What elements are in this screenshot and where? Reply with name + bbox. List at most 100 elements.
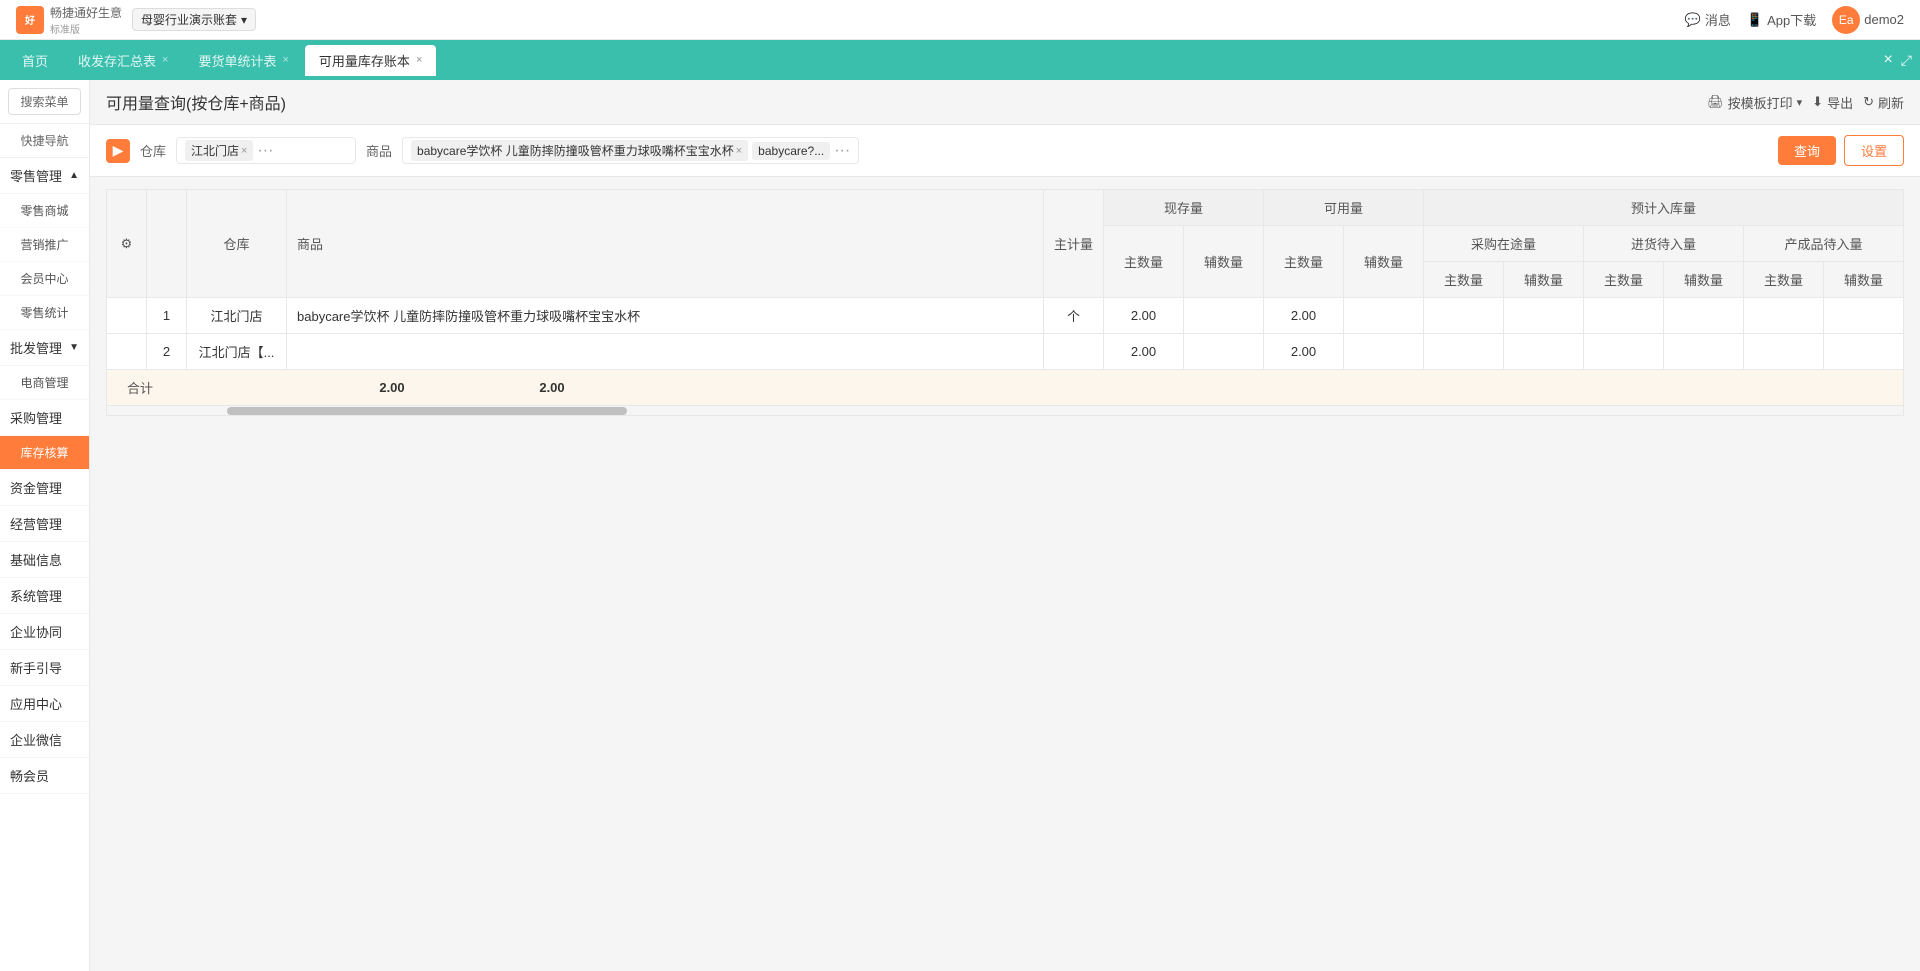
sidebar-group-wholesale-header[interactable]: 批发管理 ▼ <box>0 330 89 366</box>
filter-settings-button[interactable]: 设置 <box>1844 135 1904 166</box>
tab-bar: 首页 收发存汇总表 × 要货单统计表 × 可用量库存账本 × × ⤢ <box>0 40 1920 80</box>
tab-available-inventory[interactable]: 可用量库存账本 × <box>305 45 436 76</box>
footer-spacer-3 <box>592 380 1893 395</box>
sidebar-system-label: 系统管理 <box>10 586 62 605</box>
table-scroll-bar[interactable] <box>106 406 1904 416</box>
refresh-label: 刷新 <box>1878 93 1904 112</box>
tab-available-inventory-close[interactable]: × <box>416 54 422 66</box>
app-download-label: App下载 <box>1767 10 1816 29</box>
sidebar-item-wechat[interactable]: 企业微信 <box>0 722 89 758</box>
th-procurement-transit: 采购在途量 <box>1424 226 1584 262</box>
th-current-stock: 现存量 <box>1104 190 1264 226</box>
page-header: 可用量查询(按仓库+商品) 🖨 按模板打印 ▾ ⬇ 导出 ↻ 刷新 <box>90 80 1920 125</box>
warehouse-tag: 江北门店 × <box>185 140 253 161</box>
chevron-up-icon: ▲ <box>69 170 79 181</box>
sidebar-group-retail-header[interactable]: 零售管理 ▲ <box>0 158 89 194</box>
row-current-main-qty-cell: 2.00 <box>1104 298 1184 334</box>
product-filter-container[interactable]: babycare学饮杯 儿童防摔防撞吸管杯重力球吸嘴杯宝宝水杯 × babyca… <box>402 137 859 164</box>
row-production-main-cell <box>1744 334 1824 370</box>
row-settings-cell <box>107 298 147 334</box>
sidebar-group-retail-label: 零售管理 <box>10 166 62 185</box>
th-production-main: 主数量 <box>1744 262 1824 298</box>
query-button[interactable]: 查询 <box>1778 136 1836 165</box>
tab-receive-summary-close[interactable]: × <box>162 54 168 66</box>
print-button[interactable]: 🖨 按模板打印 ▾ <box>1707 93 1802 112</box>
logo-area: 好 畅捷通好生意 标准版 <box>16 4 122 36</box>
warehouse-more-icon[interactable]: ··· <box>257 142 273 160</box>
sidebar-item-new-guide[interactable]: 新手引导 <box>0 650 89 686</box>
tab-home[interactable]: 首页 <box>8 45 62 76</box>
sidebar-enterprise-label: 企业协同 <box>10 622 62 641</box>
print-label: 按模板打印 <box>1728 93 1793 112</box>
table-scroll-thumb[interactable] <box>227 407 627 415</box>
sidebar-basic-info-label: 基础信息 <box>10 550 62 569</box>
sidebar-item-retail-mall[interactable]: 零售商城 <box>0 194 89 228</box>
page-title: 可用量查询(按仓库+商品) <box>106 90 286 114</box>
row-index-cell: 2 <box>147 334 187 370</box>
row-production-main-cell <box>1744 298 1824 334</box>
warehouse-tag-close[interactable]: × <box>241 145 247 157</box>
gear-icon[interactable]: ⚙ <box>121 236 133 251</box>
sidebar-item-inventory-check[interactable]: 库存核算 <box>0 436 89 470</box>
row-available-aux-qty-cell <box>1344 334 1424 370</box>
tab-order-stats-close[interactable]: × <box>282 54 288 66</box>
th-product: 商品 <box>287 190 1044 298</box>
th-available-main-qty: 主数量 <box>1264 226 1344 298</box>
sidebar-member-label: 畅会员 <box>10 766 49 785</box>
product-more-icon[interactable]: ··· <box>834 142 850 160</box>
sidebar-item-members[interactable]: 会员中心 <box>0 262 89 296</box>
row-unit-cell: 个 <box>1044 298 1104 334</box>
sidebar-item-app-center[interactable]: 应用中心 <box>0 686 89 722</box>
row-incoming-aux-cell <box>1664 298 1744 334</box>
sidebar-item-basic-info[interactable]: 基础信息 <box>0 542 89 578</box>
export-button[interactable]: ⬇ 导出 <box>1812 93 1853 112</box>
footer-spacer-1 <box>272 380 352 395</box>
sidebar-item-ecommerce[interactable]: 电商管理 <box>0 366 89 400</box>
sidebar-search-button[interactable]: 搜索菜单 <box>8 88 81 115</box>
row-current-aux-qty-cell <box>1184 334 1264 370</box>
tab-receive-summary[interactable]: 收发存汇总表 × <box>64 45 182 76</box>
th-procurement-main: 主数量 <box>1424 262 1504 298</box>
main-layout: 搜索菜单 快捷导航 零售管理 ▲ 零售商城 营销推广 会员中心 零售统计 批发管… <box>0 80 1920 971</box>
th-warehouse: 仓库 <box>187 190 287 298</box>
app-download-nav-item[interactable]: 📱 App下载 <box>1747 10 1816 29</box>
row-current-aux-qty-cell <box>1184 298 1264 334</box>
tab-order-stats[interactable]: 要货单统计表 × <box>184 45 302 76</box>
sidebar: 搜索菜单 快捷导航 零售管理 ▲ 零售商城 营销推广 会员中心 零售统计 批发管… <box>0 80 90 971</box>
warehouse-filter-container[interactable]: 江北门店 × ··· <box>176 137 356 164</box>
printer-icon: 🖨 <box>1707 94 1724 110</box>
footer-available-main-qty: 2.00 <box>512 380 592 395</box>
sidebar-item-retail-stats[interactable]: 零售统计 <box>0 296 89 330</box>
refresh-button[interactable]: ↻ 刷新 <box>1863 93 1904 112</box>
filter-actions: 查询 设置 <box>1778 135 1904 166</box>
user-nav-item[interactable]: Ea demo2 <box>1832 6 1904 34</box>
product-tag-2-value: babycare?... <box>758 144 824 158</box>
message-nav-item[interactable]: 💬 消息 <box>1685 10 1731 29</box>
filter-expand-button[interactable]: ▶ <box>106 139 130 163</box>
table-container: ⚙ 仓库 商品 主计量 现存量 可用量 预计入库量 主数量 辅数量 主数量 <box>90 177 1920 971</box>
row-production-aux-cell <box>1824 334 1904 370</box>
sidebar-quick-nav-button[interactable]: 快捷导航 <box>0 124 89 158</box>
th-incoming-pending: 进货待入量 <box>1584 226 1744 262</box>
template-selector[interactable]: 母婴行业演示账套 ▾ <box>132 8 256 31</box>
tab-maximize-button[interactable]: ⤢ <box>1901 52 1912 69</box>
sidebar-item-member[interactable]: 畅会员 <box>0 758 89 794</box>
row-incoming-aux-cell <box>1664 334 1744 370</box>
sidebar-group-wholesale-label: 批发管理 <box>10 338 62 357</box>
sidebar-item-marketing[interactable]: 营销推广 <box>0 228 89 262</box>
product-tag-1-close[interactable]: × <box>736 145 742 157</box>
sidebar-item-operations[interactable]: 经营管理 <box>0 506 89 542</box>
th-index <box>147 190 187 298</box>
tab-close-all-button[interactable]: × <box>1883 51 1892 69</box>
product-tag-2: babycare?... <box>752 142 830 160</box>
sidebar-item-finance[interactable]: 资金管理 <box>0 470 89 506</box>
sidebar-item-purchase-mgmt[interactable]: 采购管理 <box>0 400 89 436</box>
filter-bar: ▶ 仓库 江北门店 × ··· 商品 babycare学饮杯 儿童防摔防撞吸管杯… <box>90 125 1920 177</box>
message-icon: 💬 <box>1685 12 1701 28</box>
logo-subtext: 标准版 <box>50 21 122 36</box>
sidebar-item-system[interactable]: 系统管理 <box>0 578 89 614</box>
footer-current-main-qty: 2.00 <box>352 380 432 395</box>
user-name: demo2 <box>1864 12 1904 27</box>
top-bar: 好 畅捷通好生意 标准版 母婴行业演示账套 ▾ 💬 消息 📱 App下载 Ea … <box>0 0 1920 40</box>
sidebar-item-enterprise[interactable]: 企业协同 <box>0 614 89 650</box>
